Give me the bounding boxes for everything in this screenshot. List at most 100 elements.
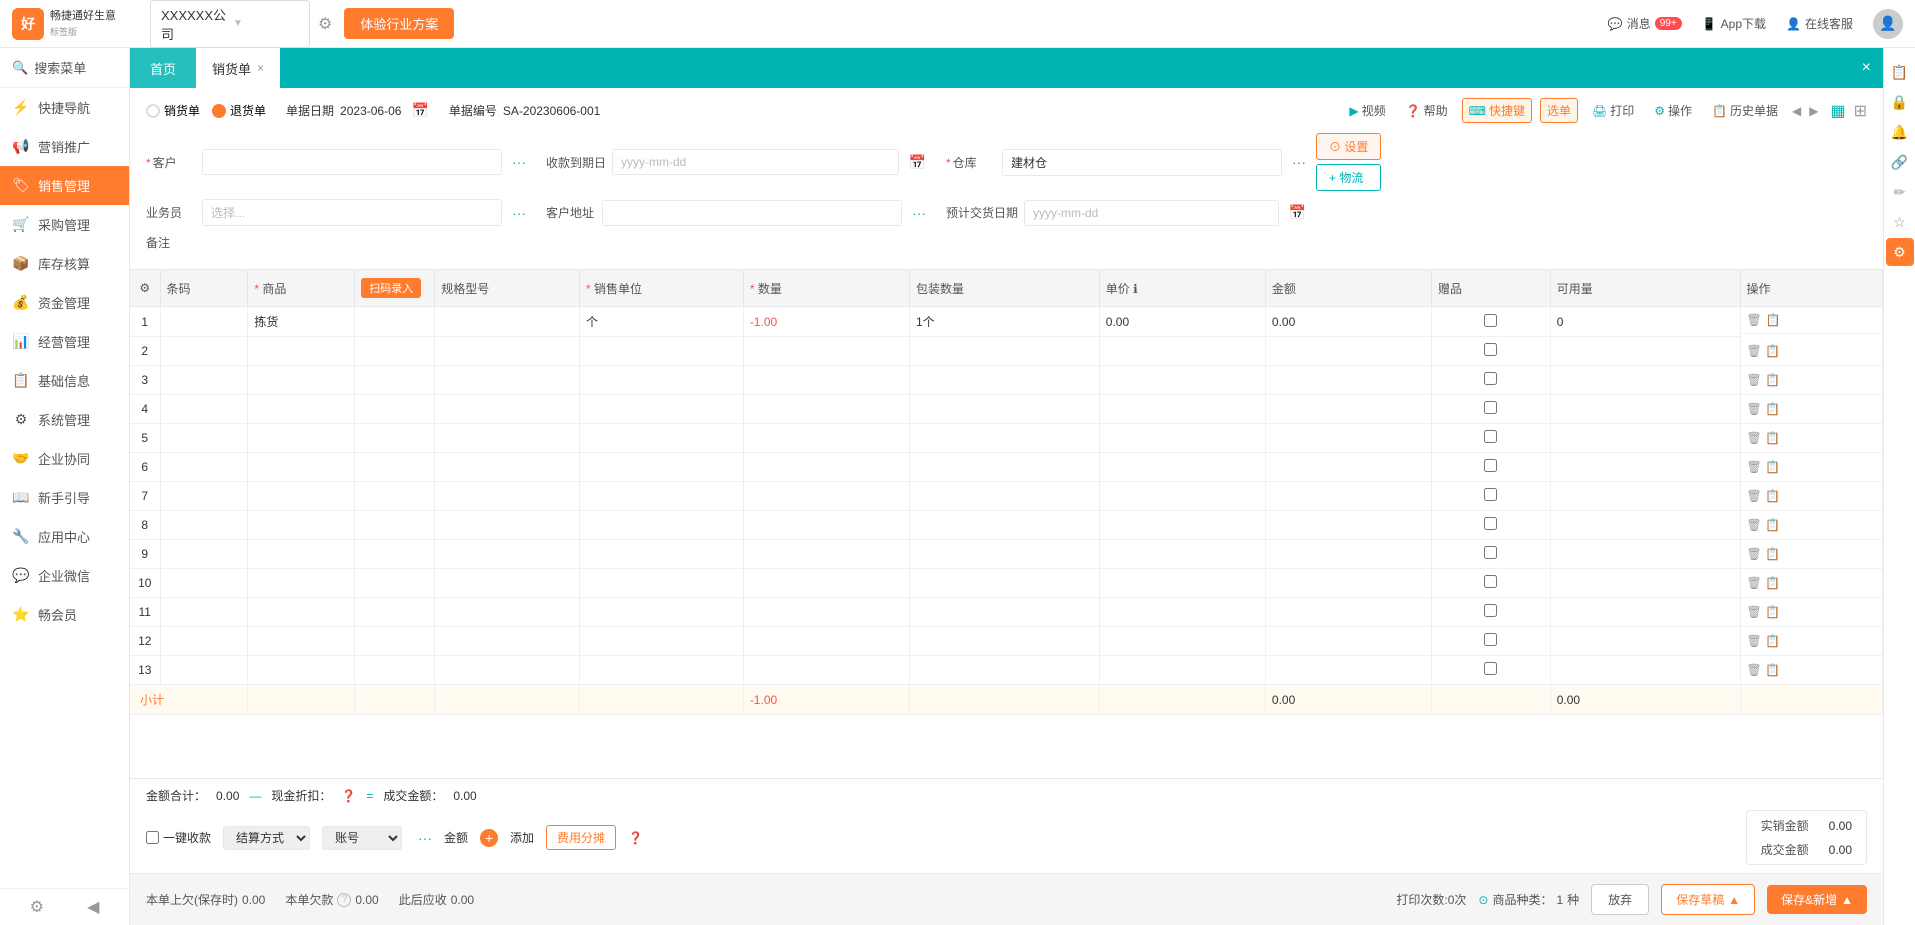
copy-icon[interactable]: 📋	[1765, 605, 1780, 619]
logistics-button[interactable]: + 物流	[1316, 164, 1381, 191]
right-panel-clipboard-icon[interactable]: 📋	[1886, 58, 1914, 86]
salesperson-input[interactable]: 选择...	[202, 199, 502, 226]
save-draft-button[interactable]: 保存草稿 ▲	[1661, 884, 1755, 915]
delete-icon[interactable]: 🗑	[1747, 634, 1762, 648]
warehouse-input[interactable]: 建材仓	[1002, 149, 1282, 176]
view-list-icon[interactable]: ▦	[1830, 101, 1845, 121]
estimated-calendar-icon[interactable]: 📅	[1289, 204, 1306, 221]
delete-icon[interactable]: 🗑	[1747, 373, 1762, 387]
online-service-btn[interactable]: 👤 在线客服	[1786, 15, 1853, 32]
gift-checkbox[interactable]	[1484, 575, 1497, 588]
radio-return[interactable]: 退货单	[212, 102, 266, 119]
print-btn[interactable]: 🖨 打印	[1586, 99, 1640, 122]
one-click-checkbox[interactable]	[146, 831, 159, 844]
video-btn[interactable]: ▶ 视频	[1343, 99, 1391, 122]
delete-icon[interactable]: 🗑	[1747, 518, 1762, 532]
sidebar-item-purchase[interactable]: 🛒 采购管理	[0, 205, 129, 244]
product-type-radio-icon[interactable]: ⊙	[1478, 893, 1488, 907]
copy-icon[interactable]: 📋	[1765, 460, 1780, 474]
delete-icon[interactable]: 🗑	[1747, 489, 1762, 503]
delete-icon-1[interactable]: 🗑	[1747, 313, 1762, 327]
gift-checkbox[interactable]	[1484, 343, 1497, 356]
right-panel-lock-icon[interactable]: 🔒	[1886, 88, 1914, 116]
right-panel-link-icon[interactable]: 🔗	[1886, 148, 1914, 176]
copy-icon[interactable]: 📋	[1765, 402, 1780, 416]
help-btn[interactable]: ❓ 帮助	[1400, 99, 1454, 122]
discard-button[interactable]: 放弃	[1591, 884, 1649, 915]
spec-1[interactable]	[435, 307, 580, 337]
operation-btn[interactable]: ⚙ 操作	[1648, 99, 1698, 122]
sidebar-collapse-icon[interactable]: ◀	[87, 897, 99, 917]
delete-icon[interactable]: 🗑	[1747, 431, 1762, 445]
gift-checkbox[interactable]	[1484, 604, 1497, 617]
history-btn[interactable]: 📋 历史单据	[1706, 99, 1784, 122]
arrears-help-icon[interactable]: ?	[337, 893, 351, 907]
delete-icon[interactable]: 🗑	[1747, 344, 1762, 358]
product-1[interactable]: 拣货	[248, 307, 355, 337]
customer-input[interactable]	[202, 149, 502, 175]
gift-checkbox[interactable]	[1484, 633, 1497, 646]
nav-next-icon[interactable]: ▶	[1809, 104, 1818, 118]
sidebar-item-inventory[interactable]: 📦 库存核算	[0, 244, 129, 283]
copy-icon[interactable]: 📋	[1765, 373, 1780, 387]
sidebar-settings-icon[interactable]: ⚙	[30, 897, 44, 917]
delete-icon[interactable]: 🗑	[1747, 605, 1762, 619]
qty-1[interactable]: -1.00	[743, 307, 909, 337]
gift-checkbox[interactable]	[1484, 488, 1497, 501]
sidebar-item-guide[interactable]: 📖 新手引导	[0, 478, 129, 517]
gift-checkbox[interactable]	[1484, 546, 1497, 559]
tab-close-icon[interactable]: ×	[257, 61, 264, 75]
calendar-icon[interactable]: 📅	[411, 102, 428, 119]
expense-button[interactable]: 费用分摊	[546, 825, 616, 850]
select-btn[interactable]: 选单	[1540, 98, 1578, 123]
right-panel-settings-icon[interactable]: ⚙	[1886, 238, 1914, 266]
sidebar-item-quicknav[interactable]: ⚡ 快捷导航	[0, 88, 129, 127]
customer-dots[interactable]: ···	[512, 154, 526, 170]
tab-sales-order[interactable]: 销货单 ×	[196, 48, 280, 88]
company-selector[interactable]: XXXXXX公司 ▼	[150, 0, 310, 48]
copy-icon[interactable]: 📋	[1765, 489, 1780, 503]
price-1[interactable]: 0.00	[1099, 307, 1265, 337]
gift-checkbox[interactable]	[1484, 372, 1497, 385]
save-new-button[interactable]: 保存&新增 ▲	[1767, 885, 1867, 914]
address-dots[interactable]: ···	[912, 205, 926, 221]
amount-1[interactable]: 0.00	[1265, 307, 1431, 337]
sidebar-item-appcenter[interactable]: 🔧 应用中心	[0, 517, 129, 556]
receive-date-input[interactable]: yyyy-mm-dd	[612, 149, 899, 175]
payment-account-select[interactable]: 账号	[322, 826, 402, 850]
gift-checkbox[interactable]	[1484, 517, 1497, 530]
warehouse-dots[interactable]: ···	[1292, 154, 1306, 170]
gift-checkbox-1[interactable]	[1484, 314, 1497, 327]
gift-checkbox[interactable]	[1484, 662, 1497, 675]
sidebar-search[interactable]: 🔍 搜索菜单	[0, 48, 129, 88]
discount-help-icon[interactable]: ❓	[341, 789, 356, 803]
sidebar-item-marketing[interactable]: 📢 营销推广	[0, 127, 129, 166]
delete-icon[interactable]: 🗑	[1747, 663, 1762, 677]
sidebar-item-member[interactable]: ⭐ 畅会员	[0, 595, 129, 634]
barcode-1[interactable]	[160, 307, 248, 337]
sidebar-item-management[interactable]: 📊 经营管理	[0, 322, 129, 361]
payment-method-select[interactable]: 结算方式	[223, 826, 310, 850]
right-panel-edit-icon[interactable]: ✏	[1886, 178, 1914, 206]
trial-button[interactable]: 体验行业方案	[344, 8, 454, 39]
sidebar-item-basics[interactable]: 📋 基础信息	[0, 361, 129, 400]
gift-checkbox[interactable]	[1484, 430, 1497, 443]
one-click-pay[interactable]: 一键收款	[146, 829, 211, 846]
pkg-qty-1[interactable]: 1个	[909, 307, 1099, 337]
expense-help-icon[interactable]: ❓	[628, 831, 643, 845]
th-scan[interactable]: 扫码录入	[355, 270, 435, 307]
copy-icon[interactable]: 📋	[1765, 344, 1780, 358]
copy-icon-1[interactable]: 📋	[1766, 313, 1781, 327]
tab-home[interactable]: 首页	[130, 48, 196, 88]
sidebar-item-wechat[interactable]: 💬 企业微信	[0, 556, 129, 595]
delete-icon[interactable]: 🗑	[1747, 460, 1762, 474]
avatar[interactable]: 👤	[1873, 9, 1903, 39]
gift-checkbox[interactable]	[1484, 459, 1497, 472]
copy-icon[interactable]: 📋	[1765, 663, 1780, 677]
salesperson-dots[interactable]: ···	[512, 205, 526, 221]
sidebar-item-finance[interactable]: 💰 资金管理	[0, 283, 129, 322]
sidebar-item-sales[interactable]: 🏷 销售管理	[0, 166, 129, 205]
copy-icon[interactable]: 📋	[1765, 518, 1780, 532]
delete-icon[interactable]: 🗑	[1747, 402, 1762, 416]
copy-icon[interactable]: 📋	[1765, 634, 1780, 648]
